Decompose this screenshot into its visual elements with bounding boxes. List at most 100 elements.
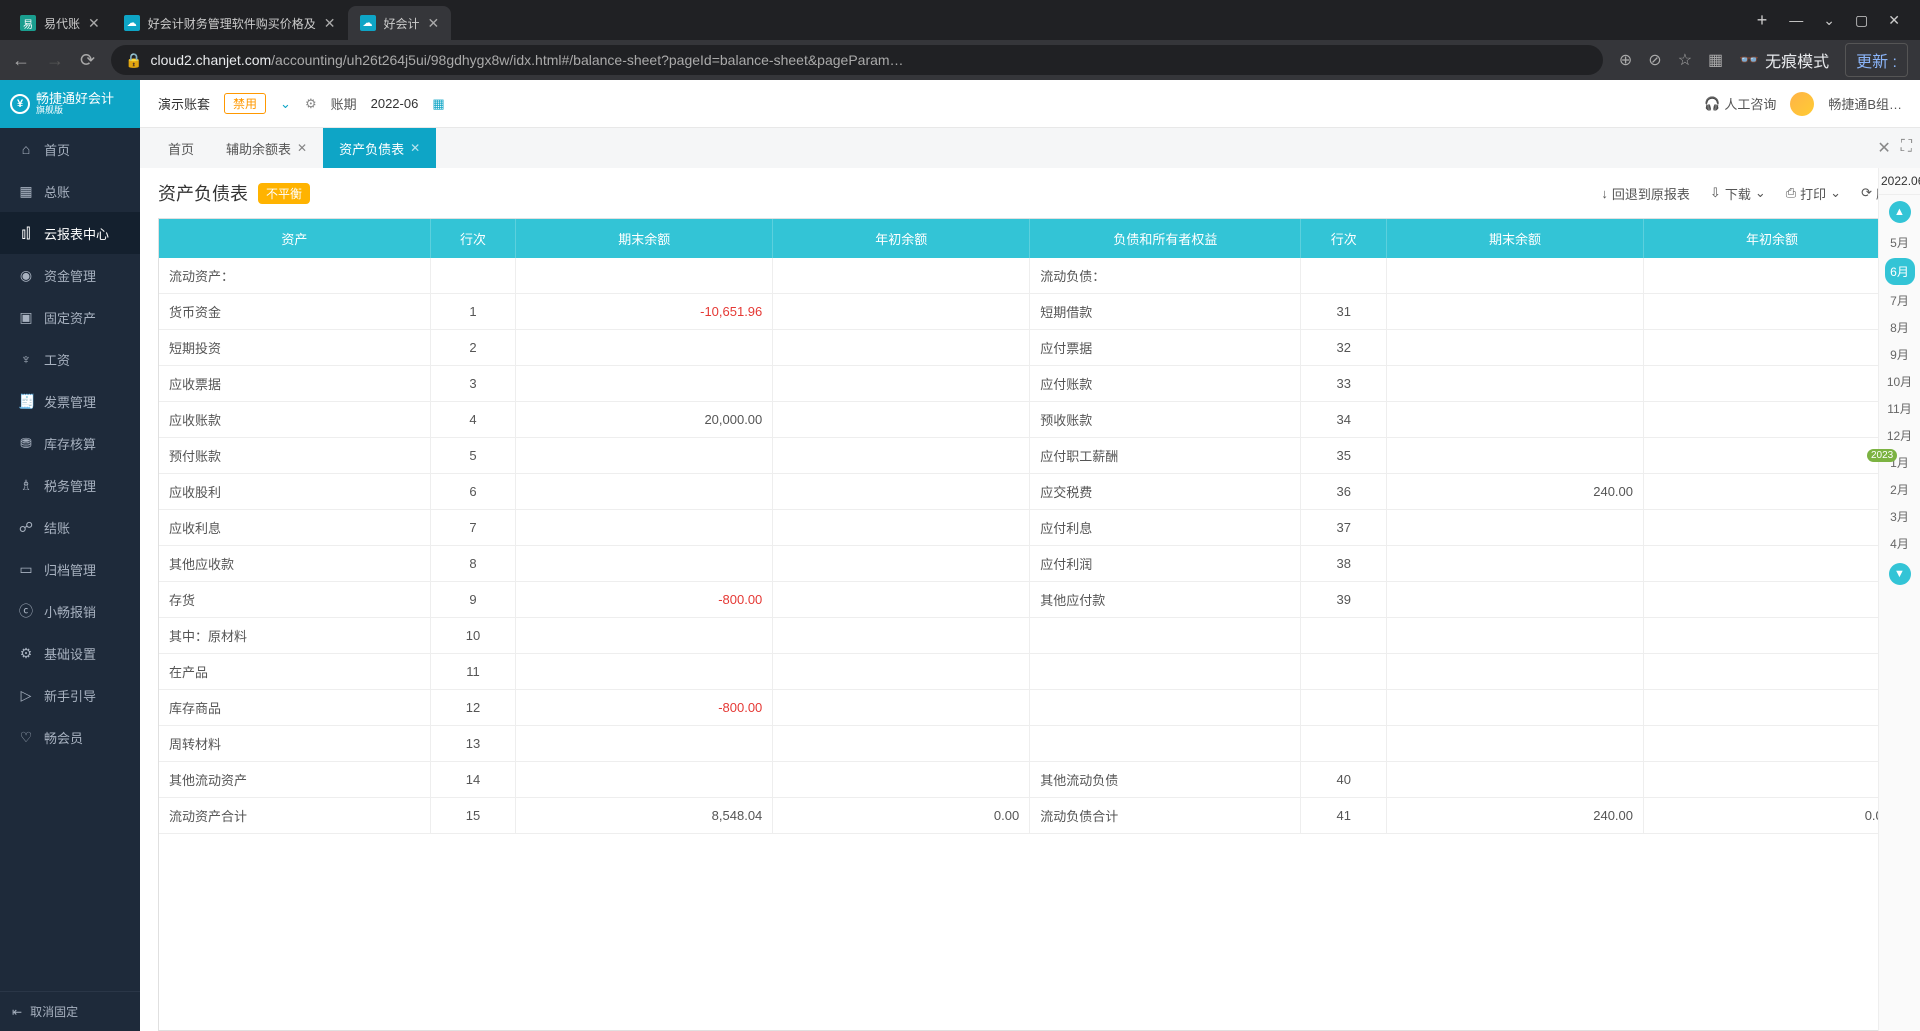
- month-item[interactable]: 7月: [1879, 287, 1920, 314]
- puzzle-icon[interactable]: ▦: [1708, 50, 1723, 70]
- table-row[interactable]: 流动资产：流动负债：: [159, 258, 1901, 294]
- cell: [1644, 618, 1901, 654]
- column-header: 资产: [159, 219, 430, 258]
- page-tab[interactable]: 辅助余额表✕: [210, 128, 323, 168]
- table-row[interactable]: 库存商品12-800.00: [159, 690, 1901, 726]
- new-tab-button[interactable]: +: [1747, 10, 1778, 31]
- cell: 其中：原材料: [159, 618, 430, 654]
- table-row[interactable]: 在产品11: [159, 654, 1901, 690]
- fullscreen-icon[interactable]: ⛶: [1901, 138, 1912, 158]
- sidebar-item[interactable]: ♆ 工资: [0, 338, 140, 380]
- lock-icon: 🔒: [125, 52, 142, 69]
- chevron-down-icon: ⌄: [1830, 185, 1841, 201]
- close-all-tabs-icon[interactable]: ✕: [1877, 138, 1890, 158]
- window-min-icon[interactable]: —: [1789, 12, 1803, 29]
- page-tab[interactable]: 首页: [152, 128, 210, 168]
- sidebar-item[interactable]: ▭ 归档管理: [0, 548, 140, 590]
- table-row[interactable]: 短期投资2应付票据32: [159, 330, 1901, 366]
- cell: [773, 402, 1030, 438]
- table-row[interactable]: 其中：原材料10: [159, 618, 1901, 654]
- address-bar[interactable]: 🔒 cloud2.chanjet.com/accounting/uh26t264…: [111, 45, 1603, 75]
- cell: [1644, 654, 1901, 690]
- settings-icon[interactable]: ⚙: [305, 96, 317, 112]
- close-icon[interactable]: ✕: [428, 15, 440, 32]
- browser-tab[interactable]: ☁ 好会计 ✕: [348, 6, 452, 40]
- browser-tab[interactable]: 易 易代账 ✕: [8, 6, 112, 40]
- cell: 6: [430, 474, 516, 510]
- nav-forward-icon[interactable]: →: [46, 50, 64, 71]
- table-row[interactable]: 其他应收款8应付利润38: [159, 546, 1901, 582]
- close-icon[interactable]: ✕: [88, 15, 100, 32]
- calendar-icon[interactable]: ▦: [432, 96, 444, 112]
- table-row[interactable]: 其他流动资产14其他流动负债40: [159, 762, 1901, 798]
- month-item[interactable]: 9月: [1879, 341, 1920, 368]
- table-row[interactable]: 应收账款420,000.00预收账款34: [159, 402, 1901, 438]
- cell: [773, 366, 1030, 402]
- month-item[interactable]: 4月: [1879, 530, 1920, 557]
- avatar[interactable]: [1790, 92, 1814, 116]
- close-icon[interactable]: ✕: [410, 141, 420, 155]
- month-item[interactable]: 10月: [1879, 368, 1920, 395]
- sidebar-item[interactable]: ♗ 税务管理: [0, 464, 140, 506]
- period-value[interactable]: 2022-06: [371, 96, 419, 111]
- table-row[interactable]: 周转材料13: [159, 726, 1901, 762]
- sidebar-item[interactable]: ◉ 资金管理: [0, 254, 140, 296]
- sidebar-item[interactable]: 🧾 发票管理: [0, 380, 140, 422]
- download-action[interactable]: ⇩下载⌄: [1710, 184, 1766, 203]
- update-button[interactable]: 更新 :: [1845, 43, 1908, 77]
- sidebar-item[interactable]: ♡ 畅会员: [0, 716, 140, 758]
- month-item[interactable]: 6月: [1885, 258, 1915, 285]
- sidebar-item-label: 资金管理: [44, 266, 96, 285]
- window-close-icon[interactable]: ✕: [1888, 12, 1900, 29]
- sidebar-unpin[interactable]: ⇤ 取消固定: [0, 991, 140, 1031]
- sidebar-logo[interactable]: ¥ 畅捷通好会计 旗舰版: [0, 80, 140, 128]
- browser-tab[interactable]: ☁ 好会计财务管理软件购买价格及 ✕: [112, 6, 348, 40]
- reset-action[interactable]: ↓回退到原报表: [1601, 184, 1690, 203]
- account-dropdown-icon[interactable]: ⌄: [280, 96, 291, 112]
- close-icon[interactable]: ✕: [297, 141, 307, 155]
- account-name[interactable]: 演示账套: [158, 94, 210, 113]
- month-item[interactable]: 11月: [1879, 395, 1920, 422]
- month-item[interactable]: 5月: [1879, 229, 1920, 256]
- sidebar-item[interactable]: ▷ 新手引导: [0, 674, 140, 716]
- table-row[interactable]: 应收利息7应付利息37: [159, 510, 1901, 546]
- balance-sheet-table-wrap[interactable]: 资产行次期末余额年初余额负债和所有者权益行次期末余额年初余额 流动资产：流动负债…: [158, 218, 1902, 1031]
- table-row[interactable]: 预付账款5应付职工薪酬35: [159, 438, 1901, 474]
- month-item[interactable]: 3月: [1879, 503, 1920, 530]
- user-name[interactable]: 畅捷通B组…: [1828, 94, 1902, 113]
- month-prev-icon[interactable]: ▲: [1889, 201, 1911, 223]
- nav-reload-icon[interactable]: ⟳: [80, 50, 95, 71]
- support-link[interactable]: 🎧 人工咨询: [1704, 94, 1776, 113]
- sidebar-item[interactable]: ⫾⫿ 云报表中心: [0, 212, 140, 254]
- sidebar-item[interactable]: ▣ 固定资产: [0, 296, 140, 338]
- table-row[interactable]: 存货9-800.00其他应付款39: [159, 582, 1901, 618]
- page-tab[interactable]: 资产负债表✕: [323, 128, 436, 168]
- table-row[interactable]: 流动资产合计158,548.040.00流动负债合计41240.000.00: [159, 798, 1901, 834]
- nav-back-icon[interactable]: ←: [12, 50, 30, 71]
- month-item[interactable]: 8月: [1879, 314, 1920, 341]
- sidebar-item[interactable]: ☍ 结账: [0, 506, 140, 548]
- table-row[interactable]: 应收票据3应付账款33: [159, 366, 1901, 402]
- browser-tabs: 易 易代账 ✕☁ 好会计财务管理软件购买价格及 ✕☁ 好会计 ✕: [8, 0, 1747, 40]
- cell: 10: [430, 618, 516, 654]
- month-item[interactable]: 2月: [1879, 476, 1920, 503]
- cell: 应收票据: [159, 366, 430, 402]
- window-dropdown-icon[interactable]: ⌄: [1823, 12, 1835, 29]
- month-next-icon[interactable]: ▼: [1889, 563, 1911, 585]
- sidebar-item[interactable]: ⛃ 库存核算: [0, 422, 140, 464]
- disable-badge[interactable]: 禁用: [224, 93, 266, 114]
- sidebar-item[interactable]: ⚙ 基础设置: [0, 632, 140, 674]
- sidebar-item[interactable]: ▦ 总账: [0, 170, 140, 212]
- close-icon[interactable]: ✕: [324, 15, 336, 32]
- window-max-icon[interactable]: ▢: [1855, 12, 1868, 29]
- print-action[interactable]: ⎙打印⌄: [1786, 184, 1841, 203]
- cell: 0.00: [773, 798, 1030, 834]
- table-row[interactable]: 货币资金1-10,651.96短期借款31: [159, 294, 1901, 330]
- bookmark-icon[interactable]: ☆: [1678, 50, 1692, 70]
- month-item[interactable]: 12月: [1879, 422, 1920, 449]
- table-row[interactable]: 应收股利6应交税费36240.00: [159, 474, 1901, 510]
- extensions-block-icon[interactable]: ⊘: [1648, 50, 1661, 70]
- sidebar-item[interactable]: ⌂ 首页: [0, 128, 140, 170]
- sidebar-item[interactable]: ⓒ 小畅报销: [0, 590, 140, 632]
- zoom-icon[interactable]: ⊕: [1619, 50, 1632, 70]
